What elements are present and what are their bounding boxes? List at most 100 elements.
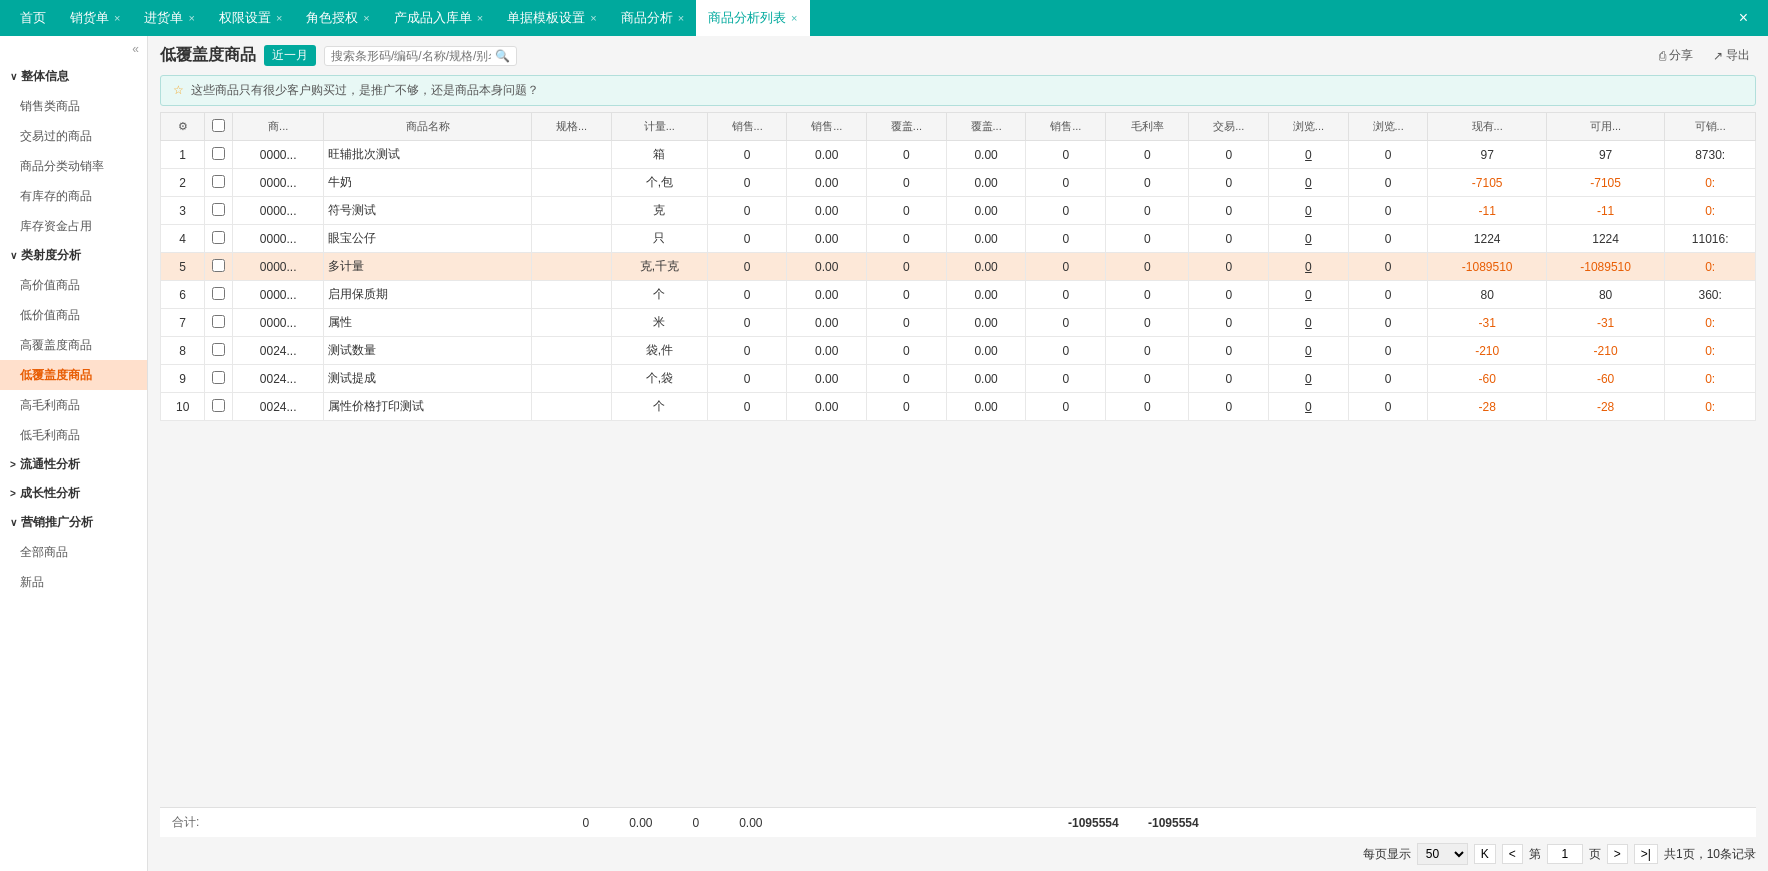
- table-cell: 0000...: [233, 197, 324, 225]
- table-cell[interactable]: [205, 169, 233, 197]
- table-cell: -60: [1546, 365, 1664, 393]
- next-page-button[interactable]: >: [1607, 844, 1628, 864]
- table-cell: 0.00: [946, 337, 1026, 365]
- table-cell[interactable]: 0: [1269, 365, 1349, 393]
- table-cell[interactable]: [205, 337, 233, 365]
- sidebar-item-new-goods[interactable]: 新品: [0, 567, 147, 597]
- table-footer: 合计: 0 0.00 0 0.00 -1095554 -1095554: [160, 807, 1756, 837]
- nav-product-analysis[interactable]: 商品分析 ×: [609, 0, 696, 36]
- sidebar-section-coverage[interactable]: ∨ 类射度分析: [0, 241, 147, 270]
- table-cell: 0: [1348, 393, 1428, 421]
- nav-product-inbound[interactable]: 产成品入库单 ×: [382, 0, 495, 36]
- table-cell: 0: [1106, 393, 1189, 421]
- table-cell: -28: [1546, 393, 1664, 421]
- table-cell[interactable]: [205, 197, 233, 225]
- last-page-button[interactable]: >|: [1634, 844, 1658, 864]
- table-cell: 0: [1189, 281, 1269, 309]
- col-browse1-header: 浏览...: [1269, 113, 1349, 141]
- nav-close-icon[interactable]: ×: [188, 12, 194, 24]
- nav-close-icon[interactable]: ×: [791, 12, 797, 24]
- current-page-input[interactable]: [1547, 844, 1583, 864]
- table-cell[interactable]: 0: [1269, 197, 1349, 225]
- sidebar-item-category-rate[interactable]: 商品分类动销率: [0, 151, 147, 181]
- table-cell: 0:: [1665, 337, 1756, 365]
- nav-purchase-order[interactable]: 进货单 ×: [132, 0, 206, 36]
- nav-close-icon[interactable]: ×: [477, 12, 483, 24]
- table-cell[interactable]: 0: [1269, 281, 1349, 309]
- nav-product-analysis-list[interactable]: 商品分析列表 ×: [696, 0, 809, 36]
- table-cell: [532, 253, 612, 281]
- select-all-checkbox[interactable]: [212, 119, 225, 132]
- export-button[interactable]: ↗ 导出: [1707, 44, 1756, 67]
- table-cell: 0000...: [233, 281, 324, 309]
- sidebar-item-sales-goods[interactable]: 销售类商品: [0, 91, 147, 121]
- table-cell[interactable]: 0: [1269, 253, 1349, 281]
- table-cell[interactable]: [205, 253, 233, 281]
- sidebar-section-marketing[interactable]: ∨ 营销推广分析: [0, 508, 147, 537]
- table-cell: 0.00: [946, 281, 1026, 309]
- search-box: 🔍: [324, 46, 517, 66]
- table-cell[interactable]: 0: [1269, 309, 1349, 337]
- sidebar-item-low-margin[interactable]: 低毛利商品: [0, 420, 147, 450]
- sidebar-collapse-button[interactable]: «: [0, 36, 147, 62]
- sidebar-section-growth[interactable]: > 成长性分析: [0, 479, 147, 508]
- sidebar-item-inventory-funds[interactable]: 库存资金占用: [0, 211, 147, 241]
- table-cell[interactable]: [205, 141, 233, 169]
- table-cell: -210: [1428, 337, 1546, 365]
- table-cell[interactable]: 0: [1269, 141, 1349, 169]
- table-cell: 0: [867, 169, 947, 197]
- table-cell: 属性价格打印测试: [323, 393, 531, 421]
- nav-sales-order[interactable]: 销货单 ×: [58, 0, 132, 36]
- col-settings[interactable]: ⚙: [161, 113, 205, 141]
- table-cell[interactable]: 0: [1269, 225, 1349, 253]
- info-banner: ☆ 这些商品只有很少客户购买过，是推广不够，还是商品本身问题？: [160, 75, 1756, 106]
- table-cell[interactable]: 0: [1269, 393, 1349, 421]
- sidebar-section-liquidity[interactable]: > 流通性分析: [0, 450, 147, 479]
- window-close-button[interactable]: ×: [1727, 9, 1760, 27]
- table-cell[interactable]: [205, 225, 233, 253]
- nav-close-icon[interactable]: ×: [276, 12, 282, 24]
- sidebar-item-all-goods[interactable]: 全部商品: [0, 537, 147, 567]
- nav-permission-settings[interactable]: 权限设置 ×: [207, 0, 294, 36]
- nav-close-icon[interactable]: ×: [678, 12, 684, 24]
- table-cell: [532, 197, 612, 225]
- nav-close-icon[interactable]: ×: [114, 12, 120, 24]
- nav-close-icon[interactable]: ×: [363, 12, 369, 24]
- table-cell[interactable]: [205, 309, 233, 337]
- table-cell[interactable]: 0: [1269, 169, 1349, 197]
- nav-home[interactable]: 首页: [8, 0, 58, 36]
- sidebar-section-overall[interactable]: ∨ 整体信息: [0, 62, 147, 91]
- sidebar-item-high-margin[interactable]: 高毛利商品: [0, 390, 147, 420]
- search-input[interactable]: [331, 49, 491, 63]
- sidebar-item-high-value[interactable]: 高价值商品: [0, 270, 147, 300]
- table-cell: -7105: [1428, 169, 1546, 197]
- nav-close-icon[interactable]: ×: [590, 12, 596, 24]
- table-cell: 0: [1106, 141, 1189, 169]
- sidebar-item-stocked-goods[interactable]: 有库存的商品: [0, 181, 147, 211]
- table-cell[interactable]: [205, 281, 233, 309]
- table-cell: 2: [161, 169, 205, 197]
- period-button[interactable]: 近一月: [264, 45, 316, 66]
- sidebar-item-traded-goods[interactable]: 交易过的商品: [0, 121, 147, 151]
- table-cell[interactable]: [205, 365, 233, 393]
- nav-template-settings[interactable]: 单据模板设置 ×: [495, 0, 608, 36]
- sidebar-item-low-coverage[interactable]: 低覆盖度商品: [0, 360, 147, 390]
- share-button[interactable]: ⎙ 分享: [1653, 44, 1699, 67]
- data-table-wrapper: ⚙ 商... 商品名称 规格... 计量... 销售... 销售... 覆盖..…: [160, 112, 1756, 807]
- table-cell: 0: [1026, 253, 1106, 281]
- col-browse2-header: 浏览...: [1348, 113, 1428, 141]
- nav-role-auth[interactable]: 角色授权 ×: [294, 0, 381, 36]
- per-page-select[interactable]: 10 20 50 100: [1417, 843, 1468, 865]
- table-cell[interactable]: [205, 393, 233, 421]
- prev-page-button[interactable]: <: [1502, 844, 1523, 864]
- table-cell[interactable]: 0: [1269, 337, 1349, 365]
- sidebar-item-high-coverage[interactable]: 高覆盖度商品: [0, 330, 147, 360]
- table-cell: 克: [611, 197, 707, 225]
- table-cell: 4: [161, 225, 205, 253]
- table-cell: 0.00: [787, 141, 867, 169]
- sidebar-item-low-value[interactable]: 低价值商品: [0, 300, 147, 330]
- first-page-button[interactable]: K: [1474, 844, 1496, 864]
- table-cell: 属性: [323, 309, 531, 337]
- table-row: 80024...测试数量袋,件00.0000.0000000-210-2100:: [161, 337, 1756, 365]
- table-cell: 1224: [1428, 225, 1546, 253]
